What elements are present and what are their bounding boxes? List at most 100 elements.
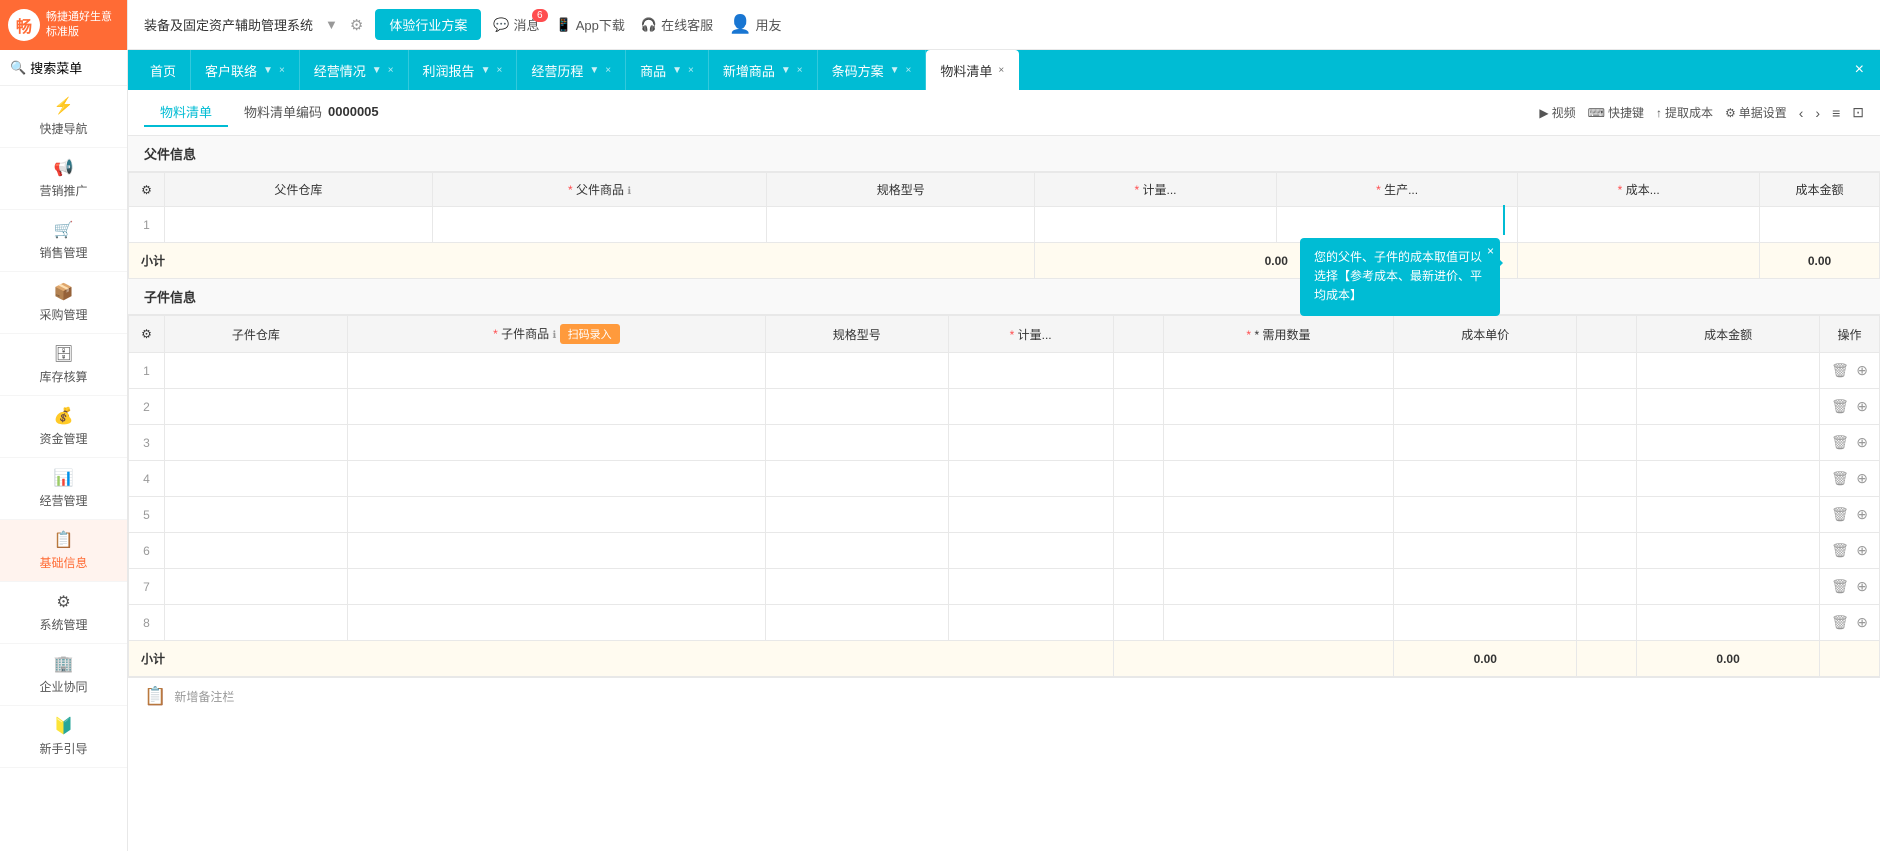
tab-barcode[interactable]: 条码方案 ▼ ×: [818, 50, 927, 90]
sidebar-item-sales[interactable]: 🛒 销售管理: [0, 210, 127, 272]
close-bom-tab[interactable]: ×: [998, 65, 1004, 76]
trial-btn[interactable]: 体验行业方案: [375, 9, 481, 40]
sidebar-item-system[interactable]: ⚙ 系统管理: [0, 582, 127, 644]
enterprise-icon: 🏢: [54, 654, 74, 674]
close-profit-tab[interactable]: ×: [496, 65, 502, 76]
copy-row-btn[interactable]: ⊕: [1854, 612, 1870, 633]
parent-th-settings[interactable]: ⚙: [129, 173, 165, 207]
dropdown-arrow-icon: ▼: [325, 17, 338, 32]
close-new-goods-tab[interactable]: ×: [797, 65, 803, 76]
child-th-operations: 操作: [1820, 316, 1880, 353]
page-content: 物料清单 物料清单编码 0000005 ▶ 视频 ⌨ 快捷键 ↑ 提取成本: [128, 90, 1880, 851]
delete-row-btn[interactable]: 🗑: [1829, 576, 1851, 597]
close-operations-tab[interactable]: ×: [388, 65, 394, 76]
user-action[interactable]: 👤 用友: [729, 14, 781, 35]
table-row: 4 🗑 ⊕: [129, 461, 1880, 497]
message-icon: 💬: [493, 17, 509, 33]
nav-prev-icon[interactable]: ‹: [1799, 105, 1804, 121]
tab-bom[interactable]: 物料清单 ×: [926, 50, 1019, 90]
sidebar-item-enterprise[interactable]: 🏢 企业协同: [0, 644, 127, 706]
close-customer-tab[interactable]: ×: [279, 65, 285, 76]
table-row: 5 🗑 ⊕: [129, 497, 1880, 533]
tooltip-box: × 您的父件、子件的成本取值可以选择【参考成本、最新进价、平均成本】: [1300, 238, 1500, 316]
nav-next-icon[interactable]: ›: [1815, 105, 1820, 121]
dropdown-icon: ▼: [263, 65, 273, 76]
sidebar-item-quick-nav[interactable]: ⚡ 快捷导航: [0, 86, 127, 148]
child-th-req-qty: * * 需用数量: [1163, 316, 1394, 353]
app-download-action[interactable]: 📱 App下载: [556, 15, 625, 34]
sidebar-item-operations[interactable]: 📊 经营管理: [0, 458, 127, 520]
delete-row-btn[interactable]: 🗑: [1829, 468, 1851, 489]
headset-icon: 🎧: [641, 17, 657, 33]
close-goods-tab[interactable]: ×: [688, 65, 694, 76]
close-history-tab[interactable]: ×: [605, 65, 611, 76]
tab-new-goods[interactable]: 新增商品 ▼ ×: [709, 50, 818, 90]
delete-row-btn[interactable]: 🗑: [1829, 540, 1851, 561]
sidebar-item-inventory[interactable]: 🗄 库存核算: [0, 334, 127, 396]
online-service-action[interactable]: 🎧 在线客服: [641, 15, 713, 34]
tooltip-close-btn[interactable]: ×: [1487, 242, 1494, 261]
tab-history[interactable]: 经营历程 ▼ ×: [517, 50, 626, 90]
child-th-product: * 子件商品 ℹ 扫码录入: [347, 316, 765, 353]
parent-th-product: * 父件商品 ℹ: [432, 173, 766, 207]
message-action[interactable]: 💬 消息 6: [493, 15, 539, 34]
copy-row-btn[interactable]: ⊕: [1854, 468, 1870, 489]
single-settings-action[interactable]: ⚙ 单据设置: [1725, 104, 1787, 121]
sidebar-item-basic-info[interactable]: 📋 基础信息: [0, 520, 127, 582]
table-row: 1 🗑 ⊕: [129, 353, 1880, 389]
extract-cost-action[interactable]: ↑ 提取成本: [1656, 104, 1713, 121]
delete-row-btn[interactable]: 🗑: [1829, 612, 1851, 633]
search-label: 搜索菜单: [30, 58, 82, 77]
tab-profit[interactable]: 利润报告 ▼ ×: [409, 50, 518, 90]
sidebar-item-finance[interactable]: 💰 资金管理: [0, 396, 127, 458]
video-action[interactable]: ▶ 视频: [1539, 104, 1575, 121]
basic-info-icon: 📋: [54, 530, 74, 550]
child-section-header: 子件信息: [128, 279, 1880, 315]
search-icon: 🔍: [10, 60, 26, 76]
phone-icon: 📱: [556, 17, 572, 33]
child-th-cost-amount: 成本金额: [1637, 316, 1820, 353]
table-row: 2 🗑 ⊕: [129, 389, 1880, 425]
message-badge: 6: [532, 9, 548, 22]
dropdown-icon: ▼: [890, 65, 900, 76]
logo-text: 畅捷通好生意 标准版: [46, 10, 112, 41]
video-icon: ▶: [1539, 106, 1548, 120]
copy-row-btn[interactable]: ⊕: [1854, 540, 1870, 561]
menu-icon[interactable]: ≡: [1832, 105, 1840, 121]
tab-customer[interactable]: 客户联络 ▼ ×: [191, 50, 300, 90]
search-menu[interactable]: 🔍 搜索菜单: [0, 50, 127, 86]
table-row: 6 🗑 ⊕: [129, 533, 1880, 569]
delete-row-btn[interactable]: 🗑: [1829, 396, 1851, 417]
close-all-tabs[interactable]: ×: [1847, 61, 1872, 79]
topbar-actions: 💬 消息 6 📱 App下载 🎧 在线客服 👤 用友: [493, 14, 781, 35]
parent-section-header: 父件信息: [128, 136, 1880, 172]
sales-icon: 🛒: [54, 220, 74, 240]
copy-row-btn[interactable]: ⊕: [1854, 576, 1870, 597]
child-th-settings[interactable]: ⚙: [129, 316, 165, 353]
delete-row-btn[interactable]: 🗑: [1829, 360, 1851, 381]
settings-gear-icon[interactable]: ⚙: [350, 16, 363, 34]
delete-row-btn[interactable]: 🗑: [1829, 504, 1851, 525]
shortcut-action[interactable]: ⌨ 快捷键: [1588, 104, 1644, 121]
tab-goods[interactable]: 商品 ▼ ×: [626, 50, 709, 90]
sidebar-item-purchase[interactable]: 📦 采购管理: [0, 272, 127, 334]
sub-tab-bom-list[interactable]: 物料清单: [144, 98, 228, 127]
parent-th-cost: * 成本...: [1518, 173, 1760, 207]
tab-operations[interactable]: 经营情况 ▼ ×: [300, 50, 409, 90]
sidebar-item-marketing[interactable]: 📢 营销推广: [0, 148, 127, 210]
expand-icon[interactable]: ⊡: [1852, 104, 1864, 121]
copy-row-btn[interactable]: ⊕: [1854, 396, 1870, 417]
copy-row-btn[interactable]: ⊕: [1854, 360, 1870, 381]
settings-icon: ⚙: [1725, 106, 1736, 120]
child-table: ⚙ 子件仓库 * 子件商品 ℹ 扫码录入 规格型号 * 计量... * * 需用…: [128, 315, 1880, 677]
child-th-col10: [1577, 316, 1637, 353]
scan-input-btn[interactable]: 扫码录入: [560, 324, 620, 344]
copy-row-btn[interactable]: ⊕: [1854, 432, 1870, 453]
dropdown-icon: ▼: [672, 65, 682, 76]
delete-row-btn[interactable]: 🗑: [1829, 432, 1851, 453]
tab-home[interactable]: 首页: [136, 50, 191, 90]
sidebar-item-guide[interactable]: 🔰 新手引导: [0, 706, 127, 768]
close-barcode-tab[interactable]: ×: [906, 65, 912, 76]
dropdown-icon: ▼: [481, 65, 491, 76]
copy-row-btn[interactable]: ⊕: [1854, 504, 1870, 525]
